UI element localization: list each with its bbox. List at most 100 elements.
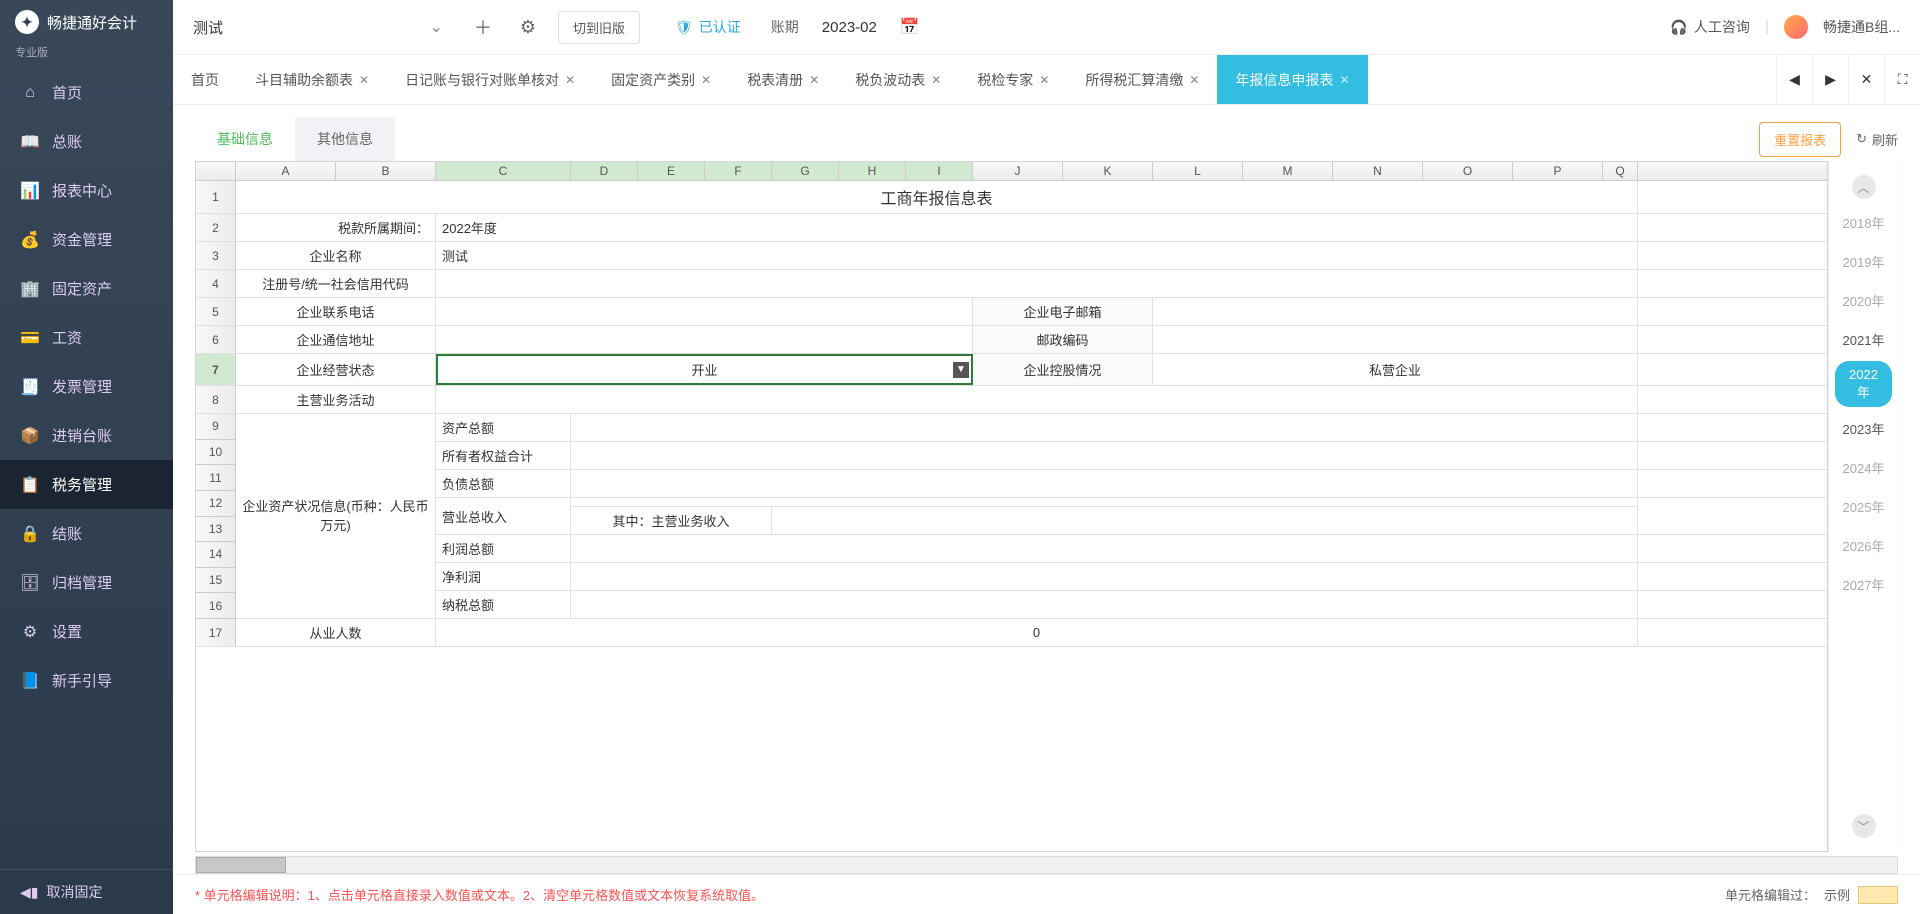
nav-item-8[interactable]: 📋税务管理: [0, 460, 173, 509]
cell[interactable]: [436, 270, 1638, 297]
row-header-4[interactable]: 4: [196, 270, 236, 297]
nav-item-9[interactable]: 🔒结账: [0, 509, 173, 558]
year-2025年[interactable]: 2025年: [1829, 487, 1898, 526]
year-scroll-up[interactable]: ︿: [1852, 175, 1876, 199]
cell[interactable]: 营业总收入: [436, 498, 571, 534]
row-header-14[interactable]: 14: [196, 542, 236, 568]
cell[interactable]: 2022年度: [436, 214, 1638, 241]
cell[interactable]: [436, 386, 1638, 413]
col-header-E[interactable]: E: [638, 162, 705, 180]
tab-8[interactable]: 年报信息申报表✕: [1217, 55, 1367, 104]
year-2018年[interactable]: 2018年: [1829, 203, 1898, 242]
col-header-N[interactable]: N: [1333, 162, 1423, 180]
nav-item-3[interactable]: 💰资金管理: [0, 215, 173, 264]
cell[interactable]: 从业人数: [236, 619, 436, 646]
year-2023年[interactable]: 2023年: [1829, 409, 1898, 448]
row-header-6[interactable]: 6: [196, 326, 236, 353]
close-icon[interactable]: ✕: [359, 73, 369, 87]
active-cell-dropdown[interactable]: 开业▼: [436, 354, 973, 385]
tab-0[interactable]: 首页: [173, 55, 237, 104]
year-2020年[interactable]: 2020年: [1829, 281, 1898, 320]
close-icon[interactable]: ✕: [1339, 73, 1349, 87]
row-header-16[interactable]: 16: [196, 593, 236, 619]
subtab-1[interactable]: 其他信息: [295, 117, 395, 161]
col-header-L[interactable]: L: [1153, 162, 1243, 180]
col-header-A[interactable]: A: [236, 162, 336, 180]
spreadsheet[interactable]: ABCDEFGHIJKLMNOPQ1工商年报信息表2税款所属期间：2022年度3…: [195, 161, 1828, 852]
cell[interactable]: [436, 298, 973, 325]
row-header-9[interactable]: 9: [196, 414, 236, 440]
cell[interactable]: 企业控股情况: [973, 354, 1153, 385]
cell[interactable]: 负债总额: [436, 470, 571, 497]
close-icon[interactable]: ✕: [809, 73, 819, 87]
refresh-button[interactable]: ↻ 刷新: [1856, 130, 1898, 149]
col-header-P[interactable]: P: [1513, 162, 1603, 180]
nav-item-5[interactable]: 💳工资: [0, 313, 173, 362]
cell[interactable]: [571, 414, 1638, 441]
nav-item-11[interactable]: ⚙设置: [0, 607, 173, 656]
year-scroll-down[interactable]: ﹀: [1852, 814, 1876, 838]
cell[interactable]: 企业通信地址: [236, 326, 436, 353]
subtab-0[interactable]: 基础信息: [195, 117, 295, 161]
cell[interactable]: [571, 442, 1638, 469]
col-header-O[interactable]: O: [1423, 162, 1513, 180]
row-header-5[interactable]: 5: [196, 298, 236, 325]
avatar[interactable]: [1784, 15, 1808, 39]
cell[interactable]: [772, 507, 1638, 534]
cell[interactable]: [1153, 326, 1638, 353]
close-icon[interactable]: ✕: [1189, 73, 1199, 87]
cell[interactable]: 所有者权益合计: [436, 442, 571, 469]
fullscreen-icon[interactable]: ⛶: [1884, 55, 1920, 104]
col-header-G[interactable]: G: [772, 162, 839, 180]
row-header-10[interactable]: 10: [196, 440, 236, 466]
cell[interactable]: 企业电子邮箱: [973, 298, 1153, 325]
cell[interactable]: [571, 563, 1638, 590]
tab-2[interactable]: 日记账与银行对账单核对✕: [387, 55, 593, 104]
cell[interactable]: 净利润: [436, 563, 571, 590]
year-2026年[interactable]: 2026年: [1829, 526, 1898, 565]
reset-report-button[interactable]: 重置报表: [1759, 122, 1841, 157]
calendar-icon[interactable]: 📅: [900, 17, 920, 37]
row-header-3[interactable]: 3: [196, 242, 236, 269]
tab-4[interactable]: 税表清册✕: [729, 55, 837, 104]
tab-scroll-right[interactable]: ▶: [1812, 55, 1848, 104]
cell[interactable]: 资产总额: [436, 414, 571, 441]
cell[interactable]: 邮政编码: [973, 326, 1153, 353]
nav-item-7[interactable]: 📦进销台账: [0, 411, 173, 460]
nav-item-6[interactable]: 🧾发票管理: [0, 362, 173, 411]
col-header-F[interactable]: F: [705, 162, 772, 180]
nav-item-4[interactable]: 🏢固定资产: [0, 264, 173, 313]
col-header-H[interactable]: H: [839, 162, 906, 180]
cell[interactable]: [571, 591, 1638, 618]
cell[interactable]: 企业联系电话: [236, 298, 436, 325]
tab-scroll-left[interactable]: ◀: [1776, 55, 1812, 104]
switch-old-version-button[interactable]: 切到旧版: [558, 11, 640, 44]
year-2022年[interactable]: 2022年: [1835, 361, 1892, 407]
cell[interactable]: [571, 535, 1638, 562]
row-header-13[interactable]: 13: [196, 517, 236, 543]
cell[interactable]: [571, 470, 1638, 497]
horizontal-scrollbar[interactable]: [195, 856, 1898, 874]
site-selector[interactable]: 测试 ⌄: [193, 17, 453, 38]
nav-item-0[interactable]: ⌂首页: [0, 68, 173, 117]
cell[interactable]: 企业经营状态: [236, 354, 436, 385]
col-header-B[interactable]: B: [336, 162, 436, 180]
col-header-C[interactable]: C: [436, 162, 571, 180]
tab-close-current[interactable]: ✕: [1848, 55, 1884, 104]
row-header-11[interactable]: 11: [196, 465, 236, 491]
year-2024年[interactable]: 2024年: [1829, 448, 1898, 487]
col-header-I[interactable]: I: [906, 162, 973, 180]
row-header-15[interactable]: 15: [196, 568, 236, 594]
cell[interactable]: [1153, 298, 1638, 325]
tab-7[interactable]: 所得税汇算清缴✕: [1067, 55, 1217, 104]
scrollbar-thumb[interactable]: [196, 857, 286, 873]
row-header-1[interactable]: 1: [196, 181, 236, 213]
nav-item-1[interactable]: 📖总账: [0, 117, 173, 166]
consult-button[interactable]: 🎧 人工咨询: [1670, 17, 1749, 37]
row-header-8[interactable]: 8: [196, 386, 236, 413]
col-header-D[interactable]: D: [571, 162, 638, 180]
close-icon[interactable]: ✕: [565, 73, 575, 87]
close-icon[interactable]: ✕: [701, 73, 711, 87]
nav-item-2[interactable]: 📊报表中心: [0, 166, 173, 215]
col-header-Q[interactable]: Q: [1603, 162, 1638, 180]
